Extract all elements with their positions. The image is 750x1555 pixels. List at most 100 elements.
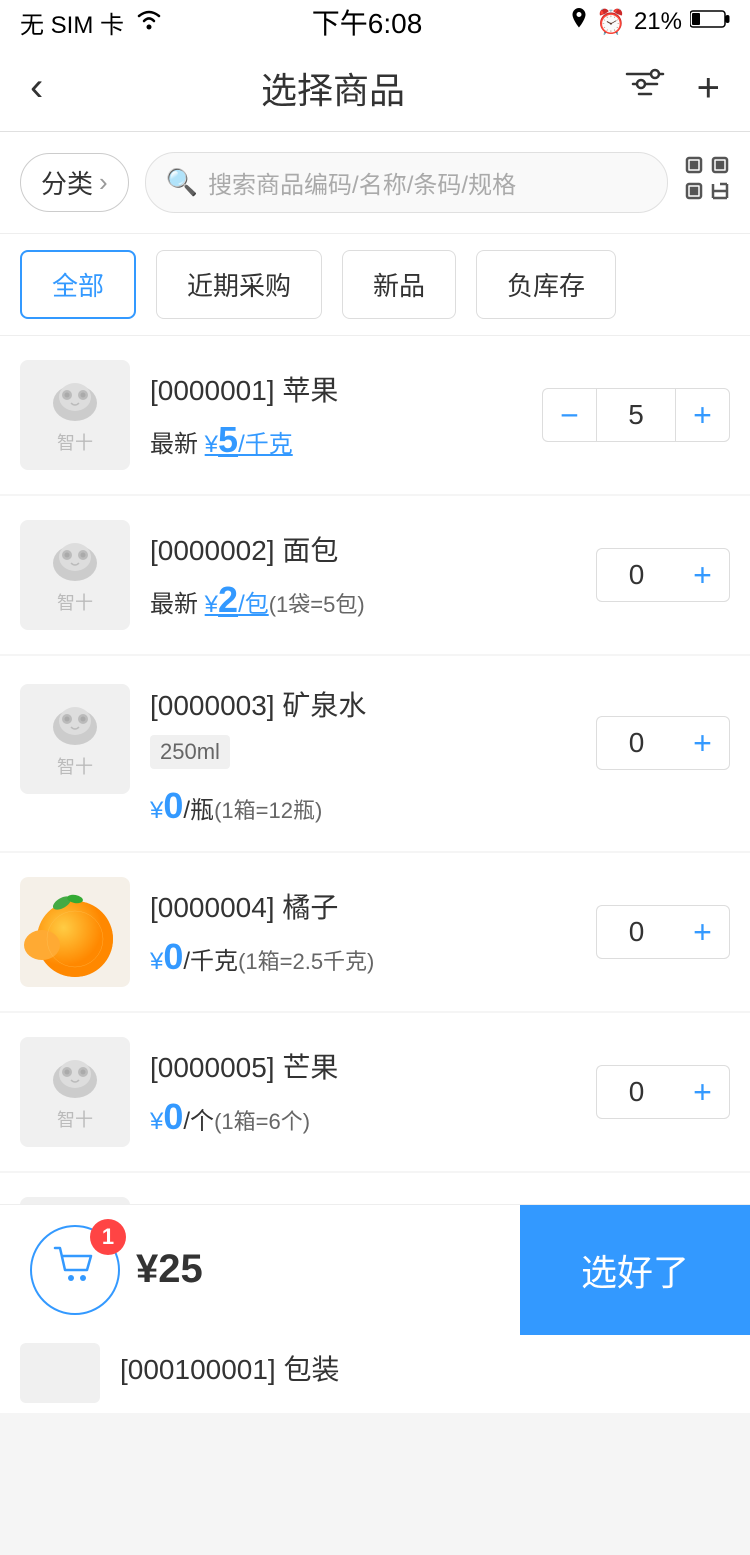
scan-icon[interactable] [684, 155, 730, 210]
price-yuan: ¥ [150, 948, 163, 975]
search-placeholder: 搜索商品编码/名称/条码/规格 [208, 165, 516, 200]
product-info-p4: [0000004] 橘子 ¥0/千克(1箱=2.5千克) [130, 886, 596, 978]
price-amount: 2 [218, 579, 238, 620]
list-item: [0000004] 橘子 ¥0/千克(1箱=2.5千克) + [0, 853, 750, 1011]
product-image-p5: 智十 [20, 1037, 130, 1147]
nav-bar: ‹ 选择商品 + [0, 44, 750, 132]
price-yuan: ¥ [205, 431, 218, 458]
increase-button-p5[interactable]: + [676, 1065, 730, 1119]
tab-new[interactable]: 新品 [342, 250, 456, 319]
product-name: [0000005] 芒果 [150, 1046, 576, 1086]
cart-button[interactable]: 1 [30, 1225, 120, 1315]
product-image-p3: 智十 [20, 684, 130, 794]
wifi-icon [134, 8, 164, 37]
category-button[interactable]: 分类 › [20, 153, 129, 212]
nav-icons: + [623, 64, 720, 111]
search-icon: 🔍 [166, 167, 198, 198]
quantity-control-p4: + [596, 905, 730, 959]
product-price: ¥0/瓶(1箱=12瓶) [150, 785, 576, 827]
sim-status: 无 SIM 卡 [20, 5, 124, 40]
price-unit: /千克 [238, 431, 293, 458]
price-note: (1箱=12瓶) [214, 798, 322, 823]
back-button[interactable]: ‹ [30, 65, 43, 110]
product-image-p7 [20, 1343, 100, 1403]
increase-button-p1[interactable]: + [676, 388, 730, 442]
search-box[interactable]: 🔍 搜索商品编码/名称/条码/规格 [145, 152, 668, 213]
price-note: (1箱=2.5千克) [238, 949, 374, 974]
product-info-p3: [0000003] 矿泉水 250ml ¥0/瓶(1箱=12瓶) [130, 684, 596, 827]
tab-negative[interactable]: 负库存 [476, 250, 616, 319]
price-note: (1袋=5包) [269, 592, 365, 617]
bottom-bar: 1 ¥25 选好了 [0, 1204, 750, 1334]
product-list: 智十 [0000001] 苹果 最新 ¥5/千克 − + [0, 336, 750, 1555]
cart-total: ¥25 [136, 1247, 203, 1292]
owl-text: 智十 [57, 753, 93, 779]
price-unit: /千克 [183, 948, 238, 975]
quantity-input-p4[interactable] [596, 905, 676, 959]
price-unit: /个 [183, 1108, 214, 1135]
quantity-control-p3: + [596, 716, 730, 770]
page-title: 选择商品 [261, 62, 405, 114]
price-yuan: ¥ [150, 797, 163, 824]
quantity-input-p2[interactable] [596, 548, 676, 602]
cart-icon [53, 1244, 97, 1295]
product-spec: 250ml [150, 735, 230, 769]
product-info-p2: [0000002] 面包 最新 ¥2/包(1袋=5包) [130, 529, 596, 621]
price-amount: 0 [163, 785, 183, 826]
tab-all[interactable]: 全部 [20, 250, 136, 319]
product-info-p5: [0000005] 芒果 ¥0/个(1箱=6个) [130, 1046, 596, 1138]
product-name: [000100001] 包装 [120, 1348, 710, 1388]
status-time: 下午6:08 [312, 2, 423, 42]
price-yuan: ¥ [205, 591, 218, 618]
price-amount: 0 [163, 936, 183, 977]
list-item: 智十 [0000001] 苹果 最新 ¥5/千克 − + [0, 336, 750, 494]
quantity-input-p3[interactable] [596, 716, 676, 770]
product-price: 最新 ¥5/千克 [150, 419, 522, 461]
owl-text: 智十 [57, 1106, 93, 1132]
status-left: 无 SIM 卡 [20, 5, 164, 40]
price-amount: 0 [163, 1096, 183, 1137]
product-image-p2: 智十 [20, 520, 130, 630]
price-amount: 5 [218, 419, 238, 460]
location-icon [570, 8, 588, 37]
filter-bar: 分类 › 🔍 搜索商品编码/名称/条码/规格 [0, 132, 750, 234]
tabs-bar: 全部 近期采购 新品 负库存 [0, 234, 750, 336]
product-name: [0000002] 面包 [150, 529, 576, 569]
battery-percent: 21% [634, 8, 682, 36]
product-price: ¥0/千克(1箱=2.5千克) [150, 936, 576, 978]
product-price: ¥0/个(1箱=6个) [150, 1096, 576, 1138]
product-price: 最新 ¥2/包(1袋=5包) [150, 579, 576, 621]
product-name: [0000003] 矿泉水 [150, 684, 576, 724]
price-label: 最新 [150, 591, 205, 618]
price-unit: /瓶 [183, 797, 214, 824]
product-image-p4 [20, 877, 130, 987]
product-info-p1: [0000001] 苹果 最新 ¥5/千克 [130, 369, 542, 461]
decrease-button-p1[interactable]: − [542, 388, 596, 442]
category-chevron: › [99, 167, 108, 198]
price-unit: /包 [238, 591, 269, 618]
owl-text: 智十 [57, 589, 93, 615]
product-name: [0000001] 苹果 [150, 369, 522, 409]
category-label: 分类 [41, 164, 93, 201]
price-note: (1箱=6个) [214, 1109, 310, 1134]
price-yuan: ¥ [150, 1108, 163, 1135]
product-name: [0000004] 橘子 [150, 886, 576, 926]
quantity-input-p5[interactable] [596, 1065, 676, 1119]
alarm-icon: ⏰ [596, 8, 626, 37]
increase-button-p2[interactable]: + [676, 548, 730, 602]
add-button[interactable]: + [697, 68, 720, 108]
tab-recent[interactable]: 近期采购 [156, 250, 322, 319]
increase-button-p4[interactable]: + [676, 905, 730, 959]
confirm-button[interactable]: 选好了 [520, 1205, 750, 1335]
list-item: [000100001] 包装 [0, 1333, 750, 1413]
status-right: ⏰ 21% [570, 8, 730, 37]
increase-button-p3[interactable]: + [676, 716, 730, 770]
price-label: 最新 [150, 431, 205, 458]
battery-icon [690, 8, 730, 36]
filter-icon[interactable] [623, 64, 667, 111]
quantity-control-p1: − + [542, 388, 730, 442]
quantity-control-p2: + [596, 548, 730, 602]
quantity-input-p1[interactable] [596, 388, 676, 442]
cart-area: 1 ¥25 [0, 1225, 520, 1315]
list-item: 智十 [0000005] 芒果 ¥0/个(1箱=6个) + [0, 1013, 750, 1171]
